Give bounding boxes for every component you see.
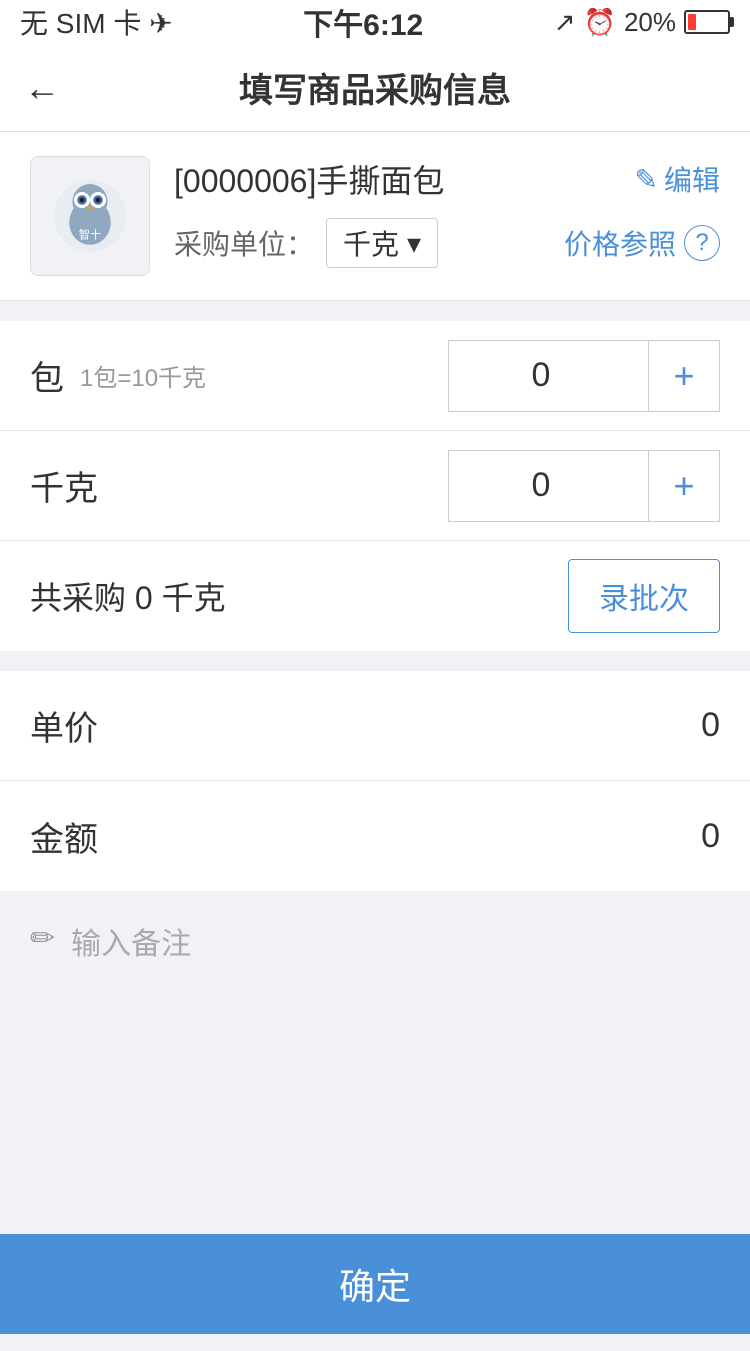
kg-input-row: 千克 + (0, 431, 750, 541)
price-ref-button[interactable]: 价格参照 ? (564, 223, 720, 263)
status-right: ↗ ⏰ 20% (554, 7, 730, 38)
alarm-icon: ⏰ (584, 7, 616, 38)
unit-price-label: 单价 (30, 701, 98, 750)
remark-icon: ✏ (30, 921, 55, 956)
edit-button[interactable]: ✎ 编辑 (635, 159, 720, 199)
amount-row: 金额 0 (0, 781, 750, 891)
divider-2 (0, 651, 750, 671)
remark-section[interactable]: ✏ 输入备注 (0, 891, 750, 1051)
product-info: [0000006]手撕面包 ✎ 编辑 采购单位： 千克 ▾ 价格参照 ? (174, 156, 720, 268)
bag-hint: 1包=10千克 (80, 358, 206, 393)
product-name-row: [0000006]手撕面包 ✎ 编辑 (174, 156, 720, 202)
location-icon: ↗ (554, 7, 576, 38)
price-ref-label: 价格参照 (564, 223, 676, 263)
unit-select-dropdown[interactable]: 千克 ▾ (326, 218, 438, 268)
kg-plus-button[interactable]: + (648, 450, 720, 522)
bag-controls: + (448, 340, 720, 412)
amount-label: 金额 (30, 812, 98, 861)
kg-label: 千克 (30, 461, 98, 510)
edit-label: 编辑 (664, 159, 720, 199)
batch-button[interactable]: 录批次 (568, 559, 720, 633)
product-name: [0000006]手撕面包 (174, 156, 444, 202)
confirm-button[interactable]: 确定 (0, 1234, 750, 1334)
bag-input-row: 包 1包=10千克 + (0, 321, 750, 431)
summary-text: 共采购 0 千克 (30, 573, 226, 619)
dropdown-arrow-icon: ▾ (407, 227, 421, 260)
unit-label: 采购单位： (174, 223, 314, 263)
page-title: 填写商品采购信息 (239, 63, 511, 112)
price-ref-help-icon: ? (684, 225, 720, 261)
unit-price-row: 单价 0 (0, 671, 750, 781)
kg-label-text: 千克 (30, 461, 98, 510)
input-section: 包 1包=10千克 + 千克 + (0, 321, 750, 541)
product-card: 智十 [0000006]手撕面包 ✎ 编辑 采购单位： 千克 ▾ 价格参照 ? (0, 132, 750, 301)
status-left: 无 SIM 卡 ✈ (20, 2, 173, 42)
divider-1 (0, 301, 750, 321)
unit-value: 千克 (343, 223, 399, 263)
unit-price-value: 0 (701, 706, 720, 745)
bag-plus-button[interactable]: + (648, 340, 720, 412)
svg-text:智十: 智十 (79, 227, 101, 241)
unit-row: 采购单位： 千克 ▾ 价格参照 ? (174, 218, 720, 268)
remark-placeholder: 输入备注 (71, 919, 191, 963)
summary-row: 共采购 0 千克 录批次 (0, 541, 750, 651)
product-image: 智十 (30, 156, 150, 276)
status-time: 下午6:12 (303, 0, 423, 44)
status-bar: 无 SIM 卡 ✈ 下午6:12 ↗ ⏰ 20% (0, 0, 750, 44)
bag-label: 包 1包=10千克 (30, 351, 206, 400)
edit-icon: ✎ (635, 163, 658, 196)
back-button[interactable]: ← (24, 67, 60, 109)
nav-bar: ← 填写商品采购信息 (0, 44, 750, 132)
signal-text: 无 SIM 卡 ✈ (20, 2, 173, 42)
price-section: 单价 0 金额 0 (0, 671, 750, 891)
bag-quantity-input[interactable] (448, 340, 648, 412)
battery-percent: 20% (624, 7, 676, 38)
amount-value: 0 (701, 817, 720, 856)
bag-label-text: 包 (30, 351, 64, 400)
kg-controls: + (448, 450, 720, 522)
battery-icon (684, 10, 730, 34)
kg-quantity-input[interactable] (448, 450, 648, 522)
